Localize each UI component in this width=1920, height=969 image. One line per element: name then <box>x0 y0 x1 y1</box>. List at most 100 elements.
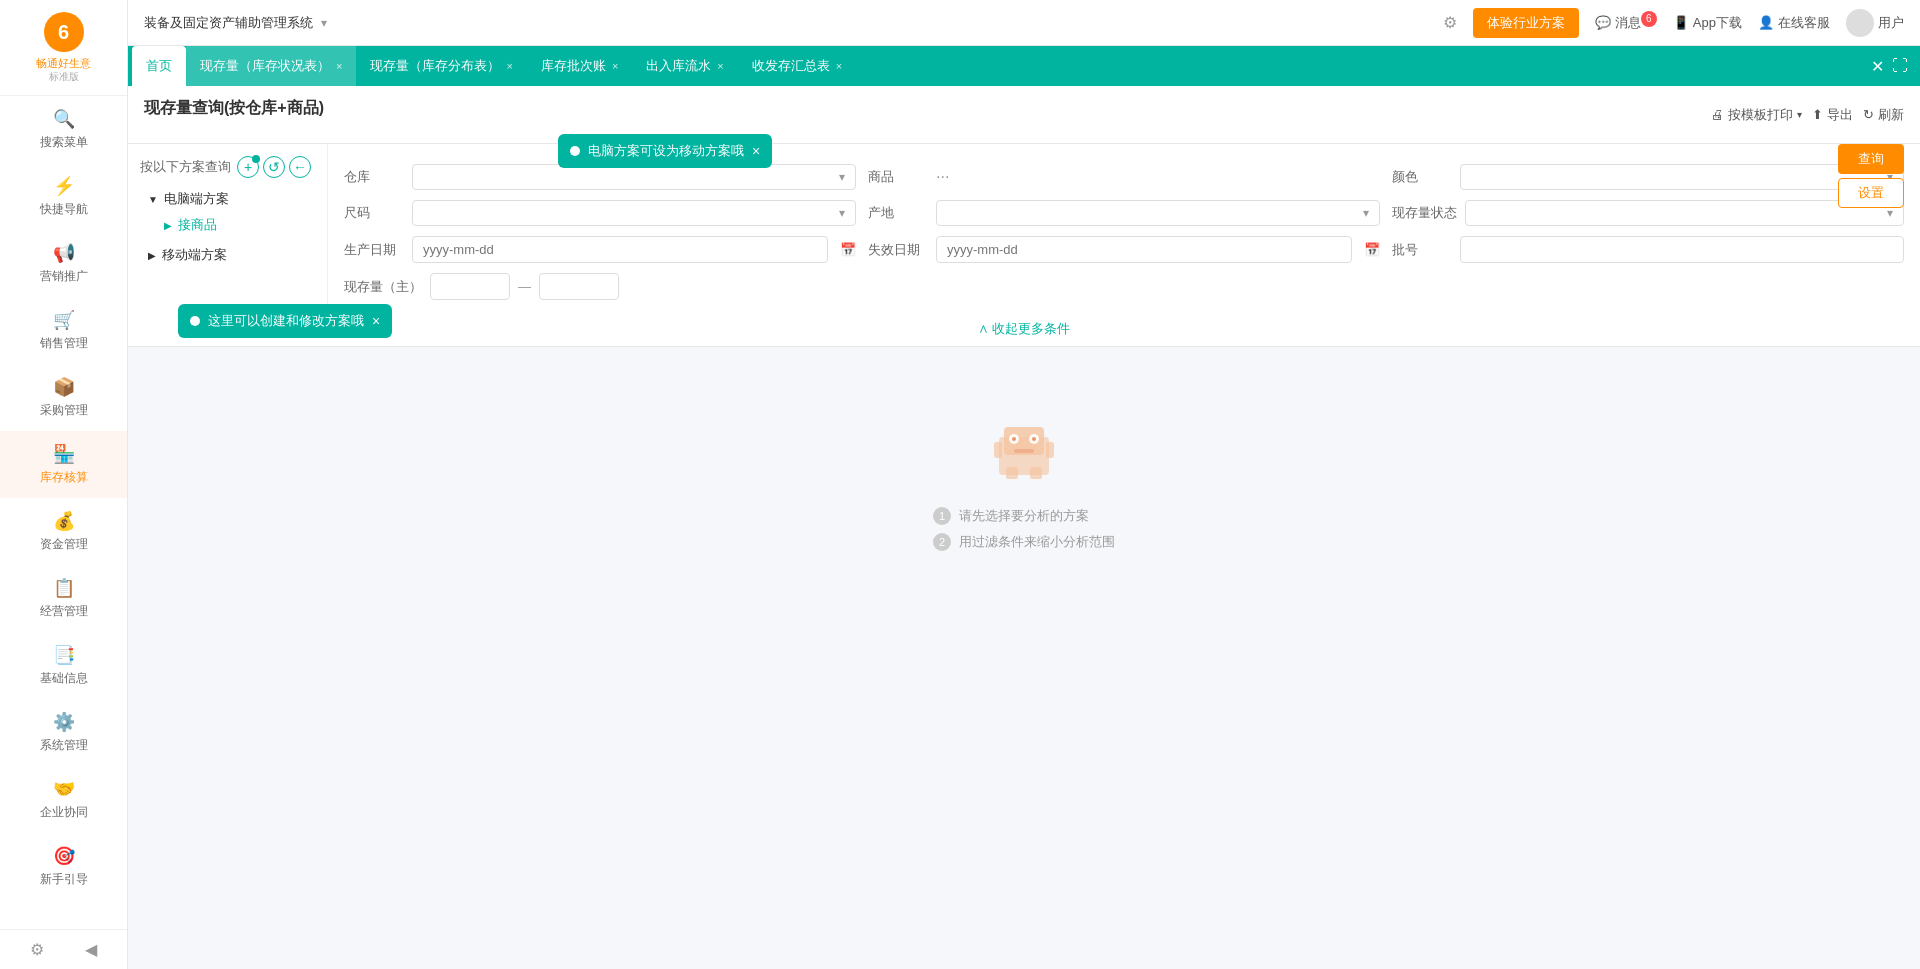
filter-stock-status: 现存量状态 ▾ <box>1392 200 1904 226</box>
desktop-scheme-group[interactable]: ▼ 电脑端方案 <box>140 186 315 212</box>
close-all-tabs-btn[interactable]: ✕ <box>1871 57 1884 76</box>
filter-stock-qty: 现存量（主） — <box>344 273 860 300</box>
batch-input[interactable] <box>1460 236 1904 263</box>
scheme-header: 按以下方案查询 + ↺ ← <box>140 156 315 178</box>
basicinfo-icon: 📑 <box>53 644 75 666</box>
sidebar: 6 畅通好生意 标准版 🔍 搜索菜单 ⚡ 快捷导航 📢 营销推广 🛒 销售管理 … <box>0 0 128 969</box>
expiry-date-calendar-icon[interactable]: 📅 <box>1364 242 1380 257</box>
sidebar-item-search[interactable]: 🔍 搜索菜单 <box>0 96 127 163</box>
header-right: 💬 消息 6 📱 App下载 👤 在线客服 用户 <box>1595 9 1904 37</box>
tab-inventory-batch[interactable]: 库存批次账 × <box>527 46 632 86</box>
settings-btn[interactable]: 设置 <box>1838 178 1904 208</box>
tab-inventory-status[interactable]: 现存量（库存状况表） × <box>186 46 356 86</box>
sidebar-settings-btn[interactable]: ⚙ <box>30 940 44 959</box>
svg-rect-9 <box>1006 467 1018 479</box>
refresh-icon: ↻ <box>1863 107 1874 122</box>
sidebar-item-operation[interactable]: 📋 经营管理 <box>0 565 127 632</box>
tooltip-dot-1 <box>570 146 580 156</box>
stock-qty-max-input[interactable] <box>539 273 619 300</box>
enterprise-icon: 🤝 <box>53 778 75 800</box>
sidebar-item-guide[interactable]: 🎯 新手引导 <box>0 833 127 900</box>
filter-row-4: 现存量（主） — <box>344 273 1904 300</box>
print-btn[interactable]: 🖨 按模板打印 ▾ <box>1711 106 1802 124</box>
purchase-icon: 📦 <box>53 376 75 398</box>
filter-wrapper: 按以下方案查询 + ↺ ← <box>128 144 1920 312</box>
system-icon: ⚙️ <box>53 711 75 733</box>
trial-btn[interactable]: 体验行业方案 <box>1473 8 1579 38</box>
service-icon: 👤 <box>1758 15 1774 30</box>
header-settings-icon[interactable]: ⚙ <box>1443 13 1457 32</box>
filter-add-btns: + ↺ ← <box>237 156 311 178</box>
filter-production-date: 生产日期 📅 <box>344 236 856 263</box>
user-area[interactable]: 用户 <box>1846 9 1904 37</box>
sidebar-item-purchase[interactable]: 📦 采购管理 <box>0 364 127 431</box>
tab-close-receipt-summary[interactable]: × <box>836 60 842 72</box>
sidebar-item-inventory[interactable]: 🏪 库存核算 <box>0 431 127 498</box>
sidebar-item-system[interactable]: ⚙️ 系统管理 <box>0 699 127 766</box>
system-name: 装备及固定资产辅助管理系统 <box>144 14 313 32</box>
add-scheme-btn[interactable]: + <box>237 156 259 178</box>
export-btn[interactable]: ⬆ 导出 <box>1812 106 1853 124</box>
tooltip-create-scheme: 这里可以创建和修改方案哦 × <box>178 304 392 338</box>
phone-icon: 📱 <box>1673 15 1689 30</box>
range-dash: — <box>518 279 531 294</box>
logo-area: 6 畅通好生意 标准版 <box>0 0 127 96</box>
search-icon: 🔍 <box>53 108 75 130</box>
fullscreen-btn[interactable]: ⛶ <box>1892 57 1908 75</box>
page-content: 现存量查询(按仓库+商品) 🖨 按模板打印 ▾ ⬆ 导出 ↻ 刷新 <box>128 86 1920 969</box>
filter-product: 商品 ··· <box>868 168 1380 186</box>
production-date-input[interactable] <box>412 236 828 263</box>
search-btn[interactable]: 查询 <box>1838 144 1904 174</box>
tab-close-inventory-batch[interactable]: × <box>612 60 618 72</box>
sidebar-item-quick-nav[interactable]: ⚡ 快捷导航 <box>0 163 127 230</box>
tab-close-inventory-status[interactable]: × <box>336 60 342 72</box>
main-area: 装备及固定资产辅助管理系统 ▾ ⚙ 体验行业方案 💬 消息 6 📱 App下载 … <box>128 0 1920 969</box>
expiry-date-input[interactable] <box>936 236 1352 263</box>
top-header: 装备及固定资产辅助管理系统 ▾ ⚙ 体验行业方案 💬 消息 6 📱 App下载 … <box>128 0 1920 46</box>
tab-close-inventory-dist[interactable]: × <box>506 60 512 72</box>
sidebar-item-finance[interactable]: 💰 资金管理 <box>0 498 127 565</box>
sidebar-item-sales[interactable]: 🛒 销售管理 <box>0 297 127 364</box>
mobile-scheme-group[interactable]: ▶ 移动端方案 <box>140 242 315 268</box>
system-dropdown-arrow[interactable]: ▾ <box>321 16 327 30</box>
sidebar-item-marketing[interactable]: 📢 营销推广 <box>0 230 127 297</box>
filter-rows: 仓库 ▾ 商品 ··· 颜色 <box>344 164 1904 300</box>
sidebar-item-basic-info[interactable]: 📑 基础信息 <box>0 632 127 699</box>
stock-qty-min-input[interactable] <box>430 273 510 300</box>
filter-batch: 批号 <box>1392 236 1904 263</box>
desktop-scheme-item-0[interactable]: ▶ 接商品 <box>156 212 315 238</box>
warehouse-select-arrow: ▾ <box>839 170 845 184</box>
tab-home[interactable]: 首页 <box>132 46 186 86</box>
tab-receipt-summary[interactable]: 收发存汇总表 × <box>738 46 856 86</box>
size-select[interactable]: ▾ <box>412 200 856 226</box>
filter-size: 尺码 ▾ <box>344 200 856 226</box>
back-scheme-btn[interactable]: ← <box>289 156 311 178</box>
size-select-arrow: ▾ <box>839 206 845 220</box>
empty-icon <box>984 407 1064 487</box>
message-btn[interactable]: 💬 消息 6 <box>1595 14 1657 32</box>
message-badge: 6 <box>1641 11 1657 27</box>
marketing-icon: 📢 <box>53 242 75 264</box>
origin-select[interactable]: ▾ <box>936 200 1380 226</box>
refresh-btn[interactable]: ↻ 刷新 <box>1863 106 1904 124</box>
production-date-calendar-icon[interactable]: 📅 <box>840 242 856 257</box>
tooltip-scheme: 电脑方案可设为移动方案哦 × <box>558 134 772 168</box>
empty-step-2: 2 用过滤条件来缩小分析范围 <box>933 529 1115 555</box>
refresh-scheme-btn[interactable]: ↺ <box>263 156 285 178</box>
app-download-btn[interactable]: 📱 App下载 <box>1673 14 1742 32</box>
desktop-scheme-arrow: ▼ <box>148 194 158 205</box>
tab-inventory-dist[interactable]: 现存量（库存分布表） × <box>356 46 526 86</box>
tooltip2-close-btn[interactable]: × <box>372 313 380 329</box>
tooltip1-close-btn[interactable]: × <box>752 143 760 159</box>
sidebar-nav: 🔍 搜索菜单 ⚡ 快捷导航 📢 营销推广 🛒 销售管理 📦 采购管理 🏪 库存核… <box>0 96 127 929</box>
sidebar-item-enterprise[interactable]: 🤝 企业协同 <box>0 766 127 833</box>
collapse-bar[interactable]: ∧ 收起更多条件 <box>128 312 1920 347</box>
tab-in-out-flow[interactable]: 出入库流水 × <box>632 46 737 86</box>
scheme-list: ▼ 电脑端方案 ▶ 接商品 ▶ 移动端方案 <box>140 186 315 268</box>
online-service-btn[interactable]: 👤 在线客服 <box>1758 14 1830 32</box>
tab-close-in-out-flow[interactable]: × <box>717 60 723 72</box>
sidebar-collapse-btn[interactable]: ◀ <box>85 940 97 959</box>
message-icon: 💬 <box>1595 15 1611 30</box>
sales-icon: 🛒 <box>53 309 75 331</box>
filter-row-2: 尺码 ▾ 产地 ▾ <box>344 200 1904 226</box>
